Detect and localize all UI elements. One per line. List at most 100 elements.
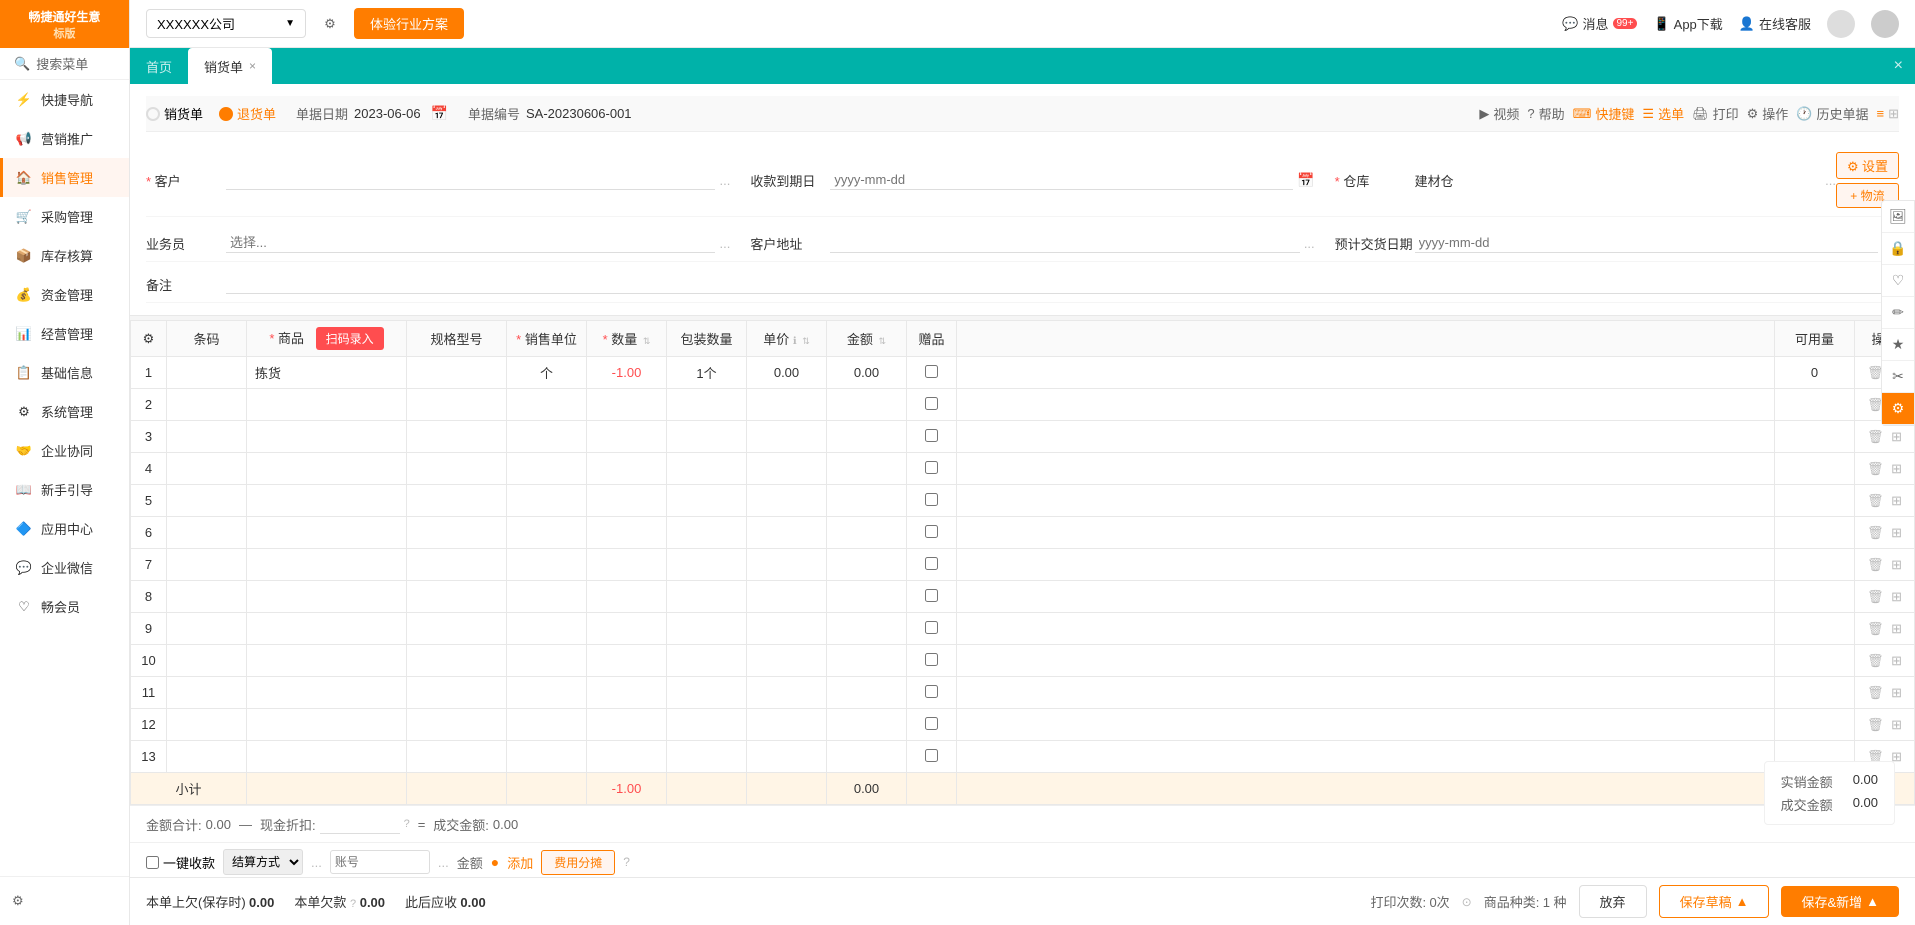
tab-home[interactable]: 首页 xyxy=(130,48,188,84)
row-quantity[interactable] xyxy=(587,613,667,645)
copy-icon[interactable]: ⊞ xyxy=(1891,493,1902,508)
row-spec[interactable] xyxy=(407,645,507,677)
row-spec[interactable] xyxy=(407,421,507,453)
bank-account-input[interactable] xyxy=(330,850,430,874)
row-sales-unit[interactable] xyxy=(507,453,587,485)
tab-bar-close-icon[interactable]: × xyxy=(1894,57,1903,75)
row-package-qty[interactable] xyxy=(667,389,747,421)
delete-icon[interactable]: 🗑 xyxy=(1867,525,1884,540)
row-amount[interactable] xyxy=(827,453,907,485)
row-unit-price[interactable] xyxy=(747,421,827,453)
row-quantity[interactable] xyxy=(587,389,667,421)
toolbar-help-btn[interactable]: ? 帮助 xyxy=(1527,104,1564,123)
row-amount[interactable] xyxy=(827,741,907,773)
float-tool-favorite[interactable]: ♡ xyxy=(1882,265,1914,297)
row-package-qty[interactable] xyxy=(667,613,747,645)
float-tool-star[interactable]: ★ xyxy=(1882,329,1914,361)
delete-icon[interactable]: 🗑 xyxy=(1867,685,1884,700)
one-click-payment-checkbox[interactable]: 一键收款 xyxy=(146,853,215,872)
row-spec[interactable] xyxy=(407,485,507,517)
row-barcode[interactable] xyxy=(167,485,247,517)
row-product[interactable] xyxy=(247,485,407,517)
row-spec[interactable] xyxy=(407,453,507,485)
row-sales-unit[interactable] xyxy=(507,613,587,645)
row-gift[interactable] xyxy=(907,645,957,677)
row-amount[interactable] xyxy=(827,677,907,709)
settings-gear-btn[interactable]: ⚙ xyxy=(316,10,344,38)
row-spec[interactable] xyxy=(407,581,507,613)
row-note[interactable] xyxy=(957,613,1775,645)
row-gift[interactable] xyxy=(907,549,957,581)
row-unit-price[interactable] xyxy=(747,389,827,421)
delete-icon[interactable]: 🗑 xyxy=(1867,429,1884,444)
row-unit-price[interactable] xyxy=(747,677,827,709)
expected-delivery-input[interactable] xyxy=(1415,233,1878,253)
row-amount[interactable] xyxy=(827,549,907,581)
save-new-btn[interactable]: 保存&新增 ▲ xyxy=(1781,886,1899,917)
row-barcode[interactable] xyxy=(167,613,247,645)
row-unit-price[interactable] xyxy=(747,453,827,485)
row-product[interactable] xyxy=(247,677,407,709)
delete-icon[interactable]: 🗑 xyxy=(1867,589,1884,604)
delete-icon[interactable]: 🗑 xyxy=(1867,621,1884,636)
copy-icon[interactable]: ⊞ xyxy=(1891,589,1902,604)
row-amount[interactable] xyxy=(827,485,907,517)
copy-icon[interactable]: ⊞ xyxy=(1891,653,1902,668)
sidebar-item-quick-nav[interactable]: ⚡ 快捷导航 xyxy=(0,80,129,119)
row-quantity[interactable] xyxy=(587,517,667,549)
delete-icon[interactable]: 🗑 xyxy=(1867,557,1884,572)
row-sales-unit[interactable] xyxy=(507,581,587,613)
toolbar-video-btn[interactable]: ▶ 视频 xyxy=(1479,104,1519,123)
copy-icon[interactable]: ⊞ xyxy=(1891,685,1902,700)
toolbar-history-btn[interactable]: 🕐 历史单据 xyxy=(1796,104,1868,123)
row-product[interactable] xyxy=(247,421,407,453)
row-package-qty[interactable] xyxy=(667,709,747,741)
tab-sales-order[interactable]: 销货单 × xyxy=(188,48,272,84)
row-unit-price[interactable] xyxy=(747,645,827,677)
tab-close-icon[interactable]: × xyxy=(249,59,256,73)
sidebar-search[interactable]: 🔍 搜索菜单 xyxy=(0,48,129,80)
radio-return-order[interactable]: 退货单 xyxy=(219,104,276,123)
sidebar-item-marketing[interactable]: 📢 营销推广 xyxy=(0,119,129,158)
row-product[interactable] xyxy=(247,453,407,485)
sidebar-item-wechat[interactable]: 💬 企业微信 xyxy=(0,548,129,587)
copy-icon[interactable]: ⊞ xyxy=(1891,461,1902,476)
collection-calendar-icon[interactable]: 📅 xyxy=(1297,172,1314,189)
row-sales-unit[interactable] xyxy=(507,421,587,453)
toolbar-shortcut-btn[interactable]: ⌨ 快捷键 xyxy=(1573,104,1635,123)
copy-icon[interactable]: ⊞ xyxy=(1891,525,1902,540)
settlement-method-select[interactable]: 结算方式 xyxy=(223,849,303,875)
row-product[interactable]: 拣货 xyxy=(247,357,407,389)
row-spec[interactable] xyxy=(407,613,507,645)
cash-discount-input[interactable] xyxy=(320,814,400,834)
row-sales-unit[interactable] xyxy=(507,709,587,741)
float-tool-scissors[interactable]: ✂ xyxy=(1882,361,1914,393)
app-download-btn[interactable]: 📱 App下载 xyxy=(1653,14,1722,33)
customer-address-input[interactable] xyxy=(830,233,1299,253)
row-product[interactable] xyxy=(247,741,407,773)
copy-icon[interactable]: ⊞ xyxy=(1891,557,1902,572)
sidebar-item-purchase[interactable]: 🛒 采购管理 xyxy=(0,197,129,236)
abandon-btn[interactable]: 放弃 xyxy=(1579,885,1647,918)
row-barcode[interactable] xyxy=(167,549,247,581)
row-product[interactable] xyxy=(247,645,407,677)
customer-input[interactable] xyxy=(226,170,715,190)
col-settings[interactable]: ⚙ xyxy=(131,321,167,357)
row-quantity[interactable] xyxy=(587,741,667,773)
row-unit-price[interactable] xyxy=(747,613,827,645)
row-note[interactable] xyxy=(957,421,1775,453)
scan-btn[interactable]: 扫码录入 xyxy=(316,327,384,350)
row-product[interactable] xyxy=(247,517,407,549)
float-tool-settings[interactable]: ⚙ xyxy=(1882,393,1914,425)
save-draft-btn[interactable]: 保存草稿 ▲ xyxy=(1659,885,1770,918)
row-note[interactable] xyxy=(957,709,1775,741)
row-barcode[interactable] xyxy=(167,581,247,613)
row-note[interactable] xyxy=(957,741,1775,773)
row-quantity[interactable] xyxy=(587,453,667,485)
row-note[interactable] xyxy=(957,485,1775,517)
row-sales-unit[interactable] xyxy=(507,485,587,517)
bank-dots-btn[interactable]: ... xyxy=(438,855,449,870)
row-product[interactable] xyxy=(247,709,407,741)
row-sales-unit[interactable] xyxy=(507,677,587,709)
row-amount[interactable] xyxy=(827,645,907,677)
